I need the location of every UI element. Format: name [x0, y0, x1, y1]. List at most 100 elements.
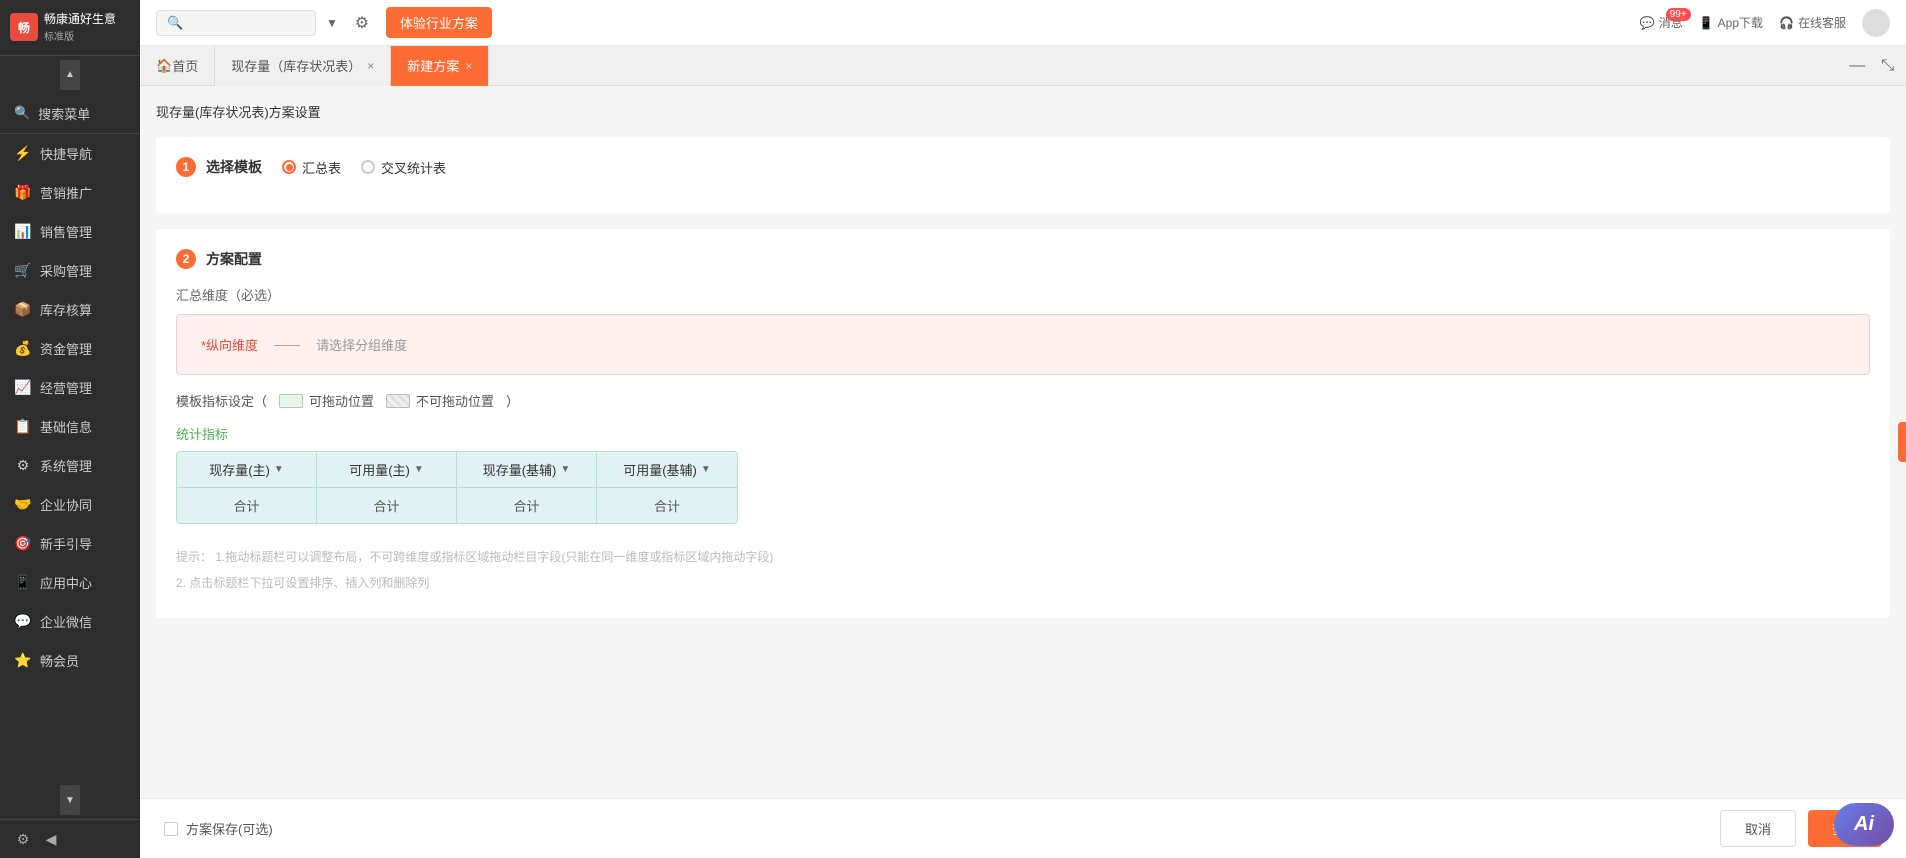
newuser-icon: 🎯 [14, 534, 32, 552]
sidebar-item-member[interactable]: ⭐ 畅会员 [0, 641, 140, 680]
sidebar-item-label: 采购管理 [40, 261, 92, 280]
save-checkbox[interactable] [164, 822, 178, 836]
step2-label: 方案配置 [206, 249, 262, 269]
dimension-separator: —— [274, 337, 300, 352]
collapse-icon[interactable]: ◀ [42, 830, 60, 848]
sidebar-item-label: 基础信息 [40, 417, 92, 436]
dropdown-arrow-icon: ▼ [326, 16, 338, 30]
scroll-down-button[interactable]: ▼ [60, 785, 80, 815]
stats-col-1-header[interactable]: 可用量(主) ▼ [317, 452, 456, 488]
fixed-legend-label: 不可拖动位置 [416, 391, 494, 410]
topbar-dropdown[interactable]: ▼ [326, 16, 338, 30]
radio-cross[interactable]: 交叉统计表 [361, 158, 446, 177]
radio-summary[interactable]: 汇总表 [282, 158, 341, 177]
stats-col-2-chevron[interactable]: ▼ [560, 464, 570, 475]
stats-col-1-label: 可用量(主) [349, 460, 410, 479]
online-service-item[interactable]: 🎧 在线客服 [1779, 14, 1846, 31]
stats-col-0-header[interactable]: 现存量(主) ▼ [177, 452, 316, 488]
radio-cross-label: 交叉统计表 [381, 158, 446, 177]
cancel-button[interactable]: 取消 [1720, 810, 1796, 847]
topbar-settings-icon[interactable]: ⚙ [348, 9, 376, 37]
sidebar: 畅 畅康通好生意 标准版 ▲ 🔍 搜索菜单 ⚡ 快捷导航 🎁 营销推广 📊 销售… [0, 0, 140, 858]
main-area: 🔍 ▼ ⚙ 体验行业方案 💬 消息 99+ 📱 App下载 🎧 在线客服 [140, 0, 1906, 858]
tip-2: 2. 点击标题栏下拉可设置排序、插入列和删除列 [176, 573, 1870, 595]
section-config: 2 方案配置 汇总维度（必选） *纵向维度 —— 请选择分组维度 模板指标设定（… [156, 229, 1890, 618]
section-template: 1 选择模板 汇总表 交叉统计表 [156, 137, 1890, 213]
sidebar-nav: ⚡ 快捷导航 🎁 营销推广 📊 销售管理 🛒 采购管理 📦 库存核算 💰 资金管… [0, 134, 140, 781]
user-avatar[interactable] [1862, 9, 1890, 37]
sidebar-item-label: 新手引导 [40, 534, 92, 553]
tab-inventory-close[interactable]: × [367, 59, 374, 73]
stats-table: 现存量(主) ▼ 合计 可用量(主) ▼ 合计 [176, 451, 738, 524]
settings-icon[interactable]: ⚙ [14, 830, 32, 848]
sidebar-item-label: 企业微信 [40, 612, 92, 631]
stats-col-3-chevron[interactable]: ▼ [701, 464, 711, 475]
content-area: 现存量(库存状况表)方案设置 1 选择模板 汇总表 交叉统计表 [140, 86, 1906, 798]
stats-col-2: 现存量(基辅) ▼ 合计 [457, 452, 597, 523]
scroll-up-button[interactable]: ▲ [60, 60, 80, 90]
sidebar-item-operations[interactable]: 📈 经营管理 [0, 368, 140, 407]
sidebar-item-label: 畅会员 [40, 651, 79, 670]
sidebar-footer: ⚙ ◀ [0, 819, 140, 858]
stats-col-1-chevron[interactable]: ▼ [414, 464, 424, 475]
sidebar-item-label: 资金管理 [40, 339, 92, 358]
messages-item[interactable]: 💬 消息 99+ [1640, 14, 1683, 31]
stats-col-2-value: 合计 [457, 488, 596, 523]
operations-icon: 📈 [14, 378, 32, 396]
step1-header: 1 选择模板 汇总表 交叉统计表 [176, 157, 1870, 177]
indicator-setting: 模板指标设定（ 可拖动位置 不可拖动位置 ） [176, 391, 1870, 410]
sidebar-item-newuser[interactable]: 🎯 新手引导 [0, 524, 140, 563]
sidebar-item-purchase[interactable]: 🛒 采购管理 [0, 251, 140, 290]
marketing-icon: 🎁 [14, 183, 32, 201]
app-edition: 标准版 [44, 28, 116, 43]
stats-section: 统计指标 现存量(主) ▼ 合计 可用量(主) [176, 424, 1870, 527]
sidebar-item-label: 销售管理 [40, 222, 92, 241]
draggable-legend-label: 可拖动位置 [309, 391, 374, 410]
sidebar-item-label: 应用中心 [40, 573, 92, 592]
radio-summary-label: 汇总表 [302, 158, 341, 177]
sidebar-item-sales[interactable]: 📊 销售管理 [0, 212, 140, 251]
trial-button[interactable]: 体验行业方案 [386, 7, 492, 38]
stats-col-0-chevron[interactable]: ▼ [274, 464, 284, 475]
stats-col-3: 可用量(基辅) ▼ 合计 [597, 452, 737, 523]
dimension-placeholder[interactable]: 请选择分组维度 [316, 335, 407, 354]
tab-minimize-icon[interactable]: — [1845, 53, 1869, 79]
sidebar-item-enterprise[interactable]: 🤝 企业协同 [0, 485, 140, 524]
app-download-item[interactable]: 📱 App下载 [1699, 14, 1763, 31]
sidebar-item-appstore[interactable]: 📱 应用中心 [0, 563, 140, 602]
step2-number: 2 [176, 249, 196, 269]
sidebar-item-quick-nav[interactable]: ⚡ 快捷导航 [0, 134, 140, 173]
sidebar-item-basic-info[interactable]: 📋 基础信息 [0, 407, 140, 446]
tab-new-scheme-label: 新建方案 [407, 56, 459, 75]
messages-icon: 💬 [1640, 16, 1655, 30]
stats-col-3-header[interactable]: 可用量(基辅) ▼ [597, 452, 737, 488]
sidebar-item-label: 系统管理 [40, 456, 92, 475]
indicator-setting-suffix: ） [506, 391, 519, 410]
sidebar-item-wechat[interactable]: 💬 企业微信 [0, 602, 140, 641]
topbar-search-box[interactable]: 🔍 [156, 10, 316, 36]
tab-home[interactable]: 🏠 首页 [140, 46, 215, 86]
ai-badge[interactable]: Ai [1834, 803, 1894, 846]
tab-expand-icon[interactable]: ⤡ [1877, 53, 1898, 79]
fixed-legend-box [386, 394, 410, 408]
dimension-section-label: 汇总维度（必选） [176, 285, 1870, 304]
tip-1: 提示： 1.拖动标题栏可以调整布局，不可跨维度或指标区域拖动栏目字段(只能在同一… [176, 547, 1870, 569]
app-name: 畅康通好生意 [44, 12, 116, 28]
sidebar-item-finance[interactable]: 💰 资金管理 [0, 329, 140, 368]
sidebar-search-item[interactable]: 🔍 搜索菜单 [0, 94, 140, 134]
sidebar-item-marketing[interactable]: 🎁 营销推广 [0, 173, 140, 212]
sidebar-search-label: 搜索菜单 [38, 104, 90, 123]
sidebar-item-system[interactable]: ⚙ 系统管理 [0, 446, 140, 485]
topbar-search-input[interactable] [189, 16, 289, 30]
system-icon: ⚙ [14, 456, 32, 474]
stats-col-2-header[interactable]: 现存量(基辅) ▼ [457, 452, 596, 488]
tab-new-scheme[interactable]: 新建方案 × [391, 46, 489, 86]
stats-col-0-value: 合计 [177, 488, 316, 523]
purchase-icon: 🛒 [14, 261, 32, 279]
right-side-indicator[interactable] [1898, 422, 1906, 462]
online-service-label: 在线客服 [1798, 14, 1846, 31]
tab-new-scheme-close[interactable]: × [465, 59, 472, 73]
tab-inventory-status[interactable]: 现存量（库存状况表） × [215, 46, 391, 86]
page-title: 现存量(库存状况表)方案设置 [156, 102, 1890, 121]
sidebar-item-inventory[interactable]: 📦 库存核算 [0, 290, 140, 329]
